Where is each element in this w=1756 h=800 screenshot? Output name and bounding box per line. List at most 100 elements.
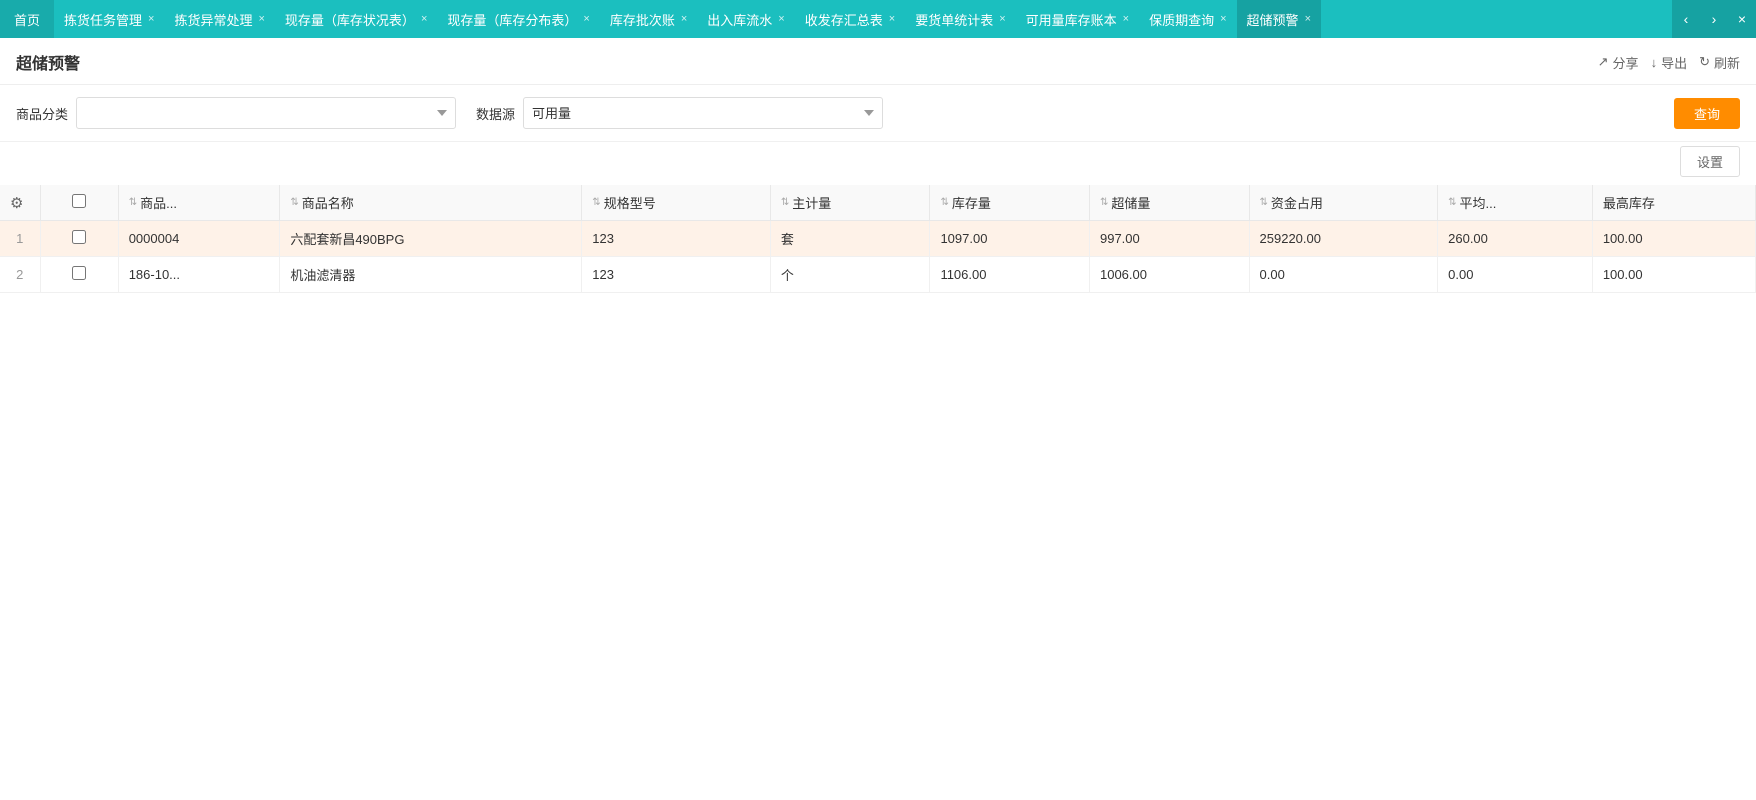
th-avg: ⇅ 平均... bbox=[1438, 185, 1593, 221]
data-table-container: ⚙ ⇅ 商品... ⇅ 商品名称 bbox=[0, 185, 1756, 293]
row-num-cell: 2 bbox=[0, 257, 40, 293]
nav-receive-summary-close[interactable]: × bbox=[889, 13, 895, 25]
share-label: 分享 bbox=[1613, 53, 1639, 72]
nav-stock-dist[interactable]: 现存量（库存分布表） × bbox=[437, 0, 599, 38]
category-filter: 商品分类 bbox=[16, 97, 456, 129]
nav-overstock-warning-label: 超储预警 bbox=[1247, 10, 1299, 29]
th-avg-sort-icon: ⇅ bbox=[1448, 197, 1456, 208]
th-overstock: ⇅ 超储量 bbox=[1089, 185, 1249, 221]
th-capital-label: 资金占用 bbox=[1271, 193, 1323, 212]
nav-order-stats-close[interactable]: × bbox=[999, 13, 1005, 25]
th-stock: ⇅ 库存量 bbox=[930, 185, 1090, 221]
table-row: 2186-10...机油滤清器123个1106.001006.000.000.0… bbox=[0, 257, 1756, 293]
th-overstock-sort-icon: ⇅ bbox=[1100, 197, 1108, 208]
th-stock-sort-icon: ⇅ bbox=[940, 197, 948, 208]
th-checkbox bbox=[40, 185, 118, 221]
nav-stock-status[interactable]: 现存量（库存状况表） × bbox=[275, 0, 437, 38]
product-name-cell: 六配套新昌490BPG bbox=[280, 221, 582, 257]
nav-shelf-life[interactable]: 保质期查询 × bbox=[1139, 0, 1236, 38]
product-name-cell: 机油滤清器 bbox=[280, 257, 582, 293]
nav-stock-dist-close[interactable]: × bbox=[583, 13, 589, 25]
spec-cell: 123 bbox=[582, 257, 771, 293]
avg-cell: 0.00 bbox=[1438, 257, 1593, 293]
table-row: 10000004六配套新昌490BPG123套1097.00997.002592… bbox=[0, 221, 1756, 257]
nav-overstock-warning[interactable]: 超储预警 × bbox=[1237, 0, 1321, 38]
th-capital-sort-icon: ⇅ bbox=[1260, 197, 1268, 208]
category-label: 商品分类 bbox=[16, 104, 68, 123]
spec-cell: 123 bbox=[582, 221, 771, 257]
share-icon: ↗ bbox=[1598, 54, 1609, 70]
th-spec: ⇅ 规格型号 bbox=[582, 185, 771, 221]
nav-stock-dist-label: 现存量（库存分布表） bbox=[447, 10, 577, 29]
th-spec-label: 规格型号 bbox=[604, 193, 656, 212]
th-unit-sort-icon: ⇅ bbox=[781, 197, 789, 208]
refresh-button[interactable]: ↻ 刷新 bbox=[1699, 53, 1740, 72]
checkbox-cell[interactable] bbox=[40, 257, 118, 293]
nav-pick-task[interactable]: 拣货任务管理 × bbox=[54, 0, 164, 38]
nav-order-stats-label: 要货单统计表 bbox=[915, 10, 993, 29]
refresh-icon: ↻ bbox=[1699, 54, 1710, 70]
product-code-cell: 186-10... bbox=[118, 257, 280, 293]
export-label: 导出 bbox=[1661, 53, 1687, 72]
nav-available-ledger[interactable]: 可用量库存账本 × bbox=[1016, 0, 1139, 38]
nav-arrow-right[interactable]: › bbox=[1700, 0, 1728, 38]
datasource-label: 数据源 bbox=[476, 104, 515, 123]
nav-pick-task-close[interactable]: × bbox=[148, 13, 154, 25]
settings-button[interactable]: 设置 bbox=[1680, 146, 1740, 177]
nav-pick-exception-close[interactable]: × bbox=[258, 13, 264, 25]
nav-pick-exception[interactable]: 拣货异常处理 × bbox=[164, 0, 274, 38]
overstock-cell: 1006.00 bbox=[1089, 257, 1249, 293]
nav-shelf-life-close[interactable]: × bbox=[1220, 13, 1226, 25]
nav-home-label: 首页 bbox=[14, 10, 40, 29]
overstock-table: ⚙ ⇅ 商品... ⇅ 商品名称 bbox=[0, 185, 1756, 293]
nav-inout-flow[interactable]: 出入库流水 × bbox=[697, 0, 794, 38]
nav-stock-status-close[interactable]: × bbox=[421, 13, 427, 25]
nav-home[interactable]: 首页 bbox=[0, 0, 54, 38]
nav-overstock-warning-close[interactable]: × bbox=[1305, 13, 1311, 25]
nav-arrows: ‹ › × bbox=[1672, 0, 1756, 38]
nav-order-stats[interactable]: 要货单统计表 × bbox=[905, 0, 1015, 38]
nav-available-ledger-close[interactable]: × bbox=[1123, 13, 1129, 25]
query-button[interactable]: 查询 bbox=[1674, 98, 1740, 129]
th-product-name-sort-icon: ⇅ bbox=[290, 197, 298, 208]
settings-row: 设置 bbox=[0, 142, 1756, 185]
nav-shelf-life-label: 保质期查询 bbox=[1149, 10, 1214, 29]
table-body: 10000004六配套新昌490BPG123套1097.00997.002592… bbox=[0, 221, 1756, 293]
th-avg-label: 平均... bbox=[1460, 193, 1497, 212]
nav-available-ledger-label: 可用量库存账本 bbox=[1026, 10, 1117, 29]
nav-batch-ledger-close[interactable]: × bbox=[681, 13, 687, 25]
stock-cell: 1097.00 bbox=[930, 221, 1090, 257]
page-content: 超储预警 ↗ 分享 ↓ 导出 ↻ 刷新 商品分类 数据源 bbox=[0, 38, 1756, 800]
nav-arrow-close[interactable]: × bbox=[1728, 0, 1756, 38]
stock-cell: 1106.00 bbox=[930, 257, 1090, 293]
nav-inout-flow-close[interactable]: × bbox=[778, 13, 784, 25]
select-all-checkbox[interactable] bbox=[72, 194, 86, 208]
nav-pick-task-label: 拣货任务管理 bbox=[64, 10, 142, 29]
th-product-name-label: 商品名称 bbox=[302, 193, 354, 212]
nav-receive-summary[interactable]: 收发存汇总表 × bbox=[795, 0, 905, 38]
filter-bar: 商品分类 数据源 可用量 库存量 查询 bbox=[0, 85, 1756, 142]
capital-cell: 0.00 bbox=[1249, 257, 1438, 293]
th-capital: ⇅ 资金占用 bbox=[1249, 185, 1438, 221]
refresh-label: 刷新 bbox=[1714, 53, 1740, 72]
th-stock-label: 库存量 bbox=[952, 193, 991, 212]
row-num-cell: 1 bbox=[0, 221, 40, 257]
category-select[interactable] bbox=[76, 97, 456, 129]
share-button[interactable]: ↗ 分享 bbox=[1598, 53, 1639, 72]
export-button[interactable]: ↓ 导出 bbox=[1651, 53, 1688, 72]
gear-icon[interactable]: ⚙ bbox=[10, 195, 23, 212]
th-unit: ⇅ 主计量 bbox=[770, 185, 930, 221]
datasource-filter: 数据源 可用量 库存量 bbox=[476, 97, 883, 129]
checkbox-cell[interactable] bbox=[40, 221, 118, 257]
unit-cell: 个 bbox=[770, 257, 930, 293]
page-actions: ↗ 分享 ↓ 导出 ↻ 刷新 bbox=[1598, 53, 1740, 72]
nav-batch-ledger[interactable]: 库存批次账 × bbox=[600, 0, 697, 38]
avg-cell: 260.00 bbox=[1438, 221, 1593, 257]
row-checkbox-1[interactable] bbox=[72, 266, 86, 280]
row-checkbox-0[interactable] bbox=[72, 230, 86, 244]
nav-arrow-left[interactable]: ‹ bbox=[1672, 0, 1700, 38]
export-icon: ↓ bbox=[1651, 55, 1658, 70]
page-header: 超储预警 ↗ 分享 ↓ 导出 ↻ 刷新 bbox=[0, 38, 1756, 85]
overstock-cell: 997.00 bbox=[1089, 221, 1249, 257]
datasource-select[interactable]: 可用量 库存量 bbox=[523, 97, 883, 129]
